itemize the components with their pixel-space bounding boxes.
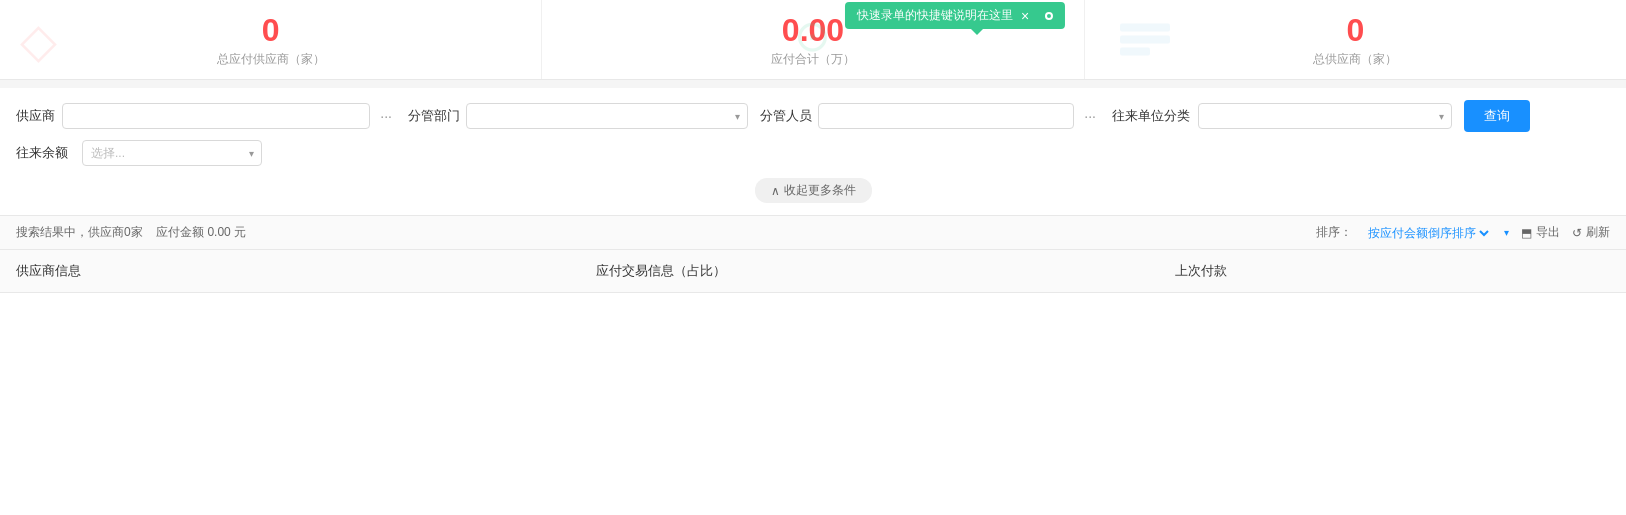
stat-label-total-suppliers: 总供应商（家） xyxy=(1313,51,1397,68)
department-select[interactable] xyxy=(466,103,748,129)
col-header-transaction-info: 应付交易信息（占比） xyxy=(596,262,1176,280)
table-body xyxy=(0,293,1626,515)
result-amount-unit: 元 xyxy=(234,225,246,239)
tooltip-bubble: 快速录单的快捷键说明在这里 × xyxy=(845,2,1065,29)
search-section: 供应商 ··· 分管部门 ▾ 分管人员 ··· 往来单位分类 xyxy=(0,88,1626,216)
supplier-label: 供应商 xyxy=(16,107,56,125)
refresh-label: 刷新 xyxy=(1586,224,1610,241)
collapse-button[interactable]: ∧ 收起更多条件 xyxy=(755,178,872,203)
col-header-supplier-info: 供应商信息 xyxy=(16,262,596,280)
balance-select[interactable]: 选择... xyxy=(82,140,262,166)
export-label: 导出 xyxy=(1536,224,1560,241)
chevron-sort-icon: ▾ xyxy=(1504,227,1509,238)
search-button[interactable]: 查询 xyxy=(1464,100,1530,132)
svg-rect-1 xyxy=(1120,35,1170,43)
stat-label-payable-suppliers: 总应付供应商（家） xyxy=(217,51,325,68)
person-label: 分管人员 xyxy=(760,107,812,125)
result-prefix: 搜索结果中，供应商 xyxy=(16,225,124,239)
stat-total-payable-suppliers: ◇ 0 总应付供应商（家） xyxy=(0,0,542,79)
supplier-field: 供应商 ··· xyxy=(16,103,396,129)
people-icon xyxy=(1115,18,1175,61)
table-section: 供应商信息 应付交易信息（占比） 上次付款 xyxy=(0,250,1626,515)
refresh-icon: ↺ xyxy=(1572,226,1582,240)
department-label: 分管部门 xyxy=(408,107,460,125)
tooltip-dot xyxy=(1045,12,1053,20)
refresh-button[interactable]: ↺ 刷新 xyxy=(1572,224,1610,241)
export-button[interactable]: ⬒ 导出 xyxy=(1521,224,1560,241)
sort-select[interactable]: 按应付会额倒序排序 xyxy=(1364,225,1492,241)
person-input[interactable] xyxy=(818,103,1074,129)
balance-field: 往来余额 选择... ▾ xyxy=(16,140,336,166)
department-field: 分管部门 ▾ xyxy=(408,103,748,129)
result-supplier-unit: 家 xyxy=(131,225,143,239)
table-header: 供应商信息 应付交易信息（占比） 上次付款 xyxy=(0,250,1626,293)
collapse-row: ∧ 收起更多条件 xyxy=(16,174,1610,207)
result-bar: 搜索结果中，供应商0家 应付金额 0.00 元 排序： 按应付会额倒序排序 ▾ … xyxy=(0,216,1626,250)
supplier-input[interactable] xyxy=(62,103,370,129)
supplier-dots-button[interactable]: ··· xyxy=(376,106,396,126)
person-dots-button[interactable]: ··· xyxy=(1080,106,1100,126)
unit-field: 往来单位分类 ▾ xyxy=(1112,103,1452,129)
stat-number-total-suppliers: 0 xyxy=(1346,11,1364,49)
department-select-wrapper: ▾ xyxy=(466,103,748,129)
tooltip-text: 快速录单的快捷键说明在这里 xyxy=(857,7,1013,24)
coin-icon: ⊙ xyxy=(794,10,831,61)
unit-select-wrapper: ▾ xyxy=(1198,103,1452,129)
result-amount-label: 应付金额 xyxy=(156,225,204,239)
search-row-1: 供应商 ··· 分管部门 ▾ 分管人员 ··· 往来单位分类 xyxy=(16,100,1610,132)
balance-select-wrapper: 选择... ▾ xyxy=(82,140,262,166)
unit-select[interactable] xyxy=(1198,103,1452,129)
unit-label: 往来单位分类 xyxy=(1112,107,1192,125)
person-field: 分管人员 ··· xyxy=(760,103,1100,129)
search-row-2: 往来余额 选择... ▾ xyxy=(16,140,336,166)
chevron-up-icon: ∧ xyxy=(771,184,780,198)
stat-payable-total: ⊙ 0.00 应付合计（万） 快速录单的快捷键说明在这里 × xyxy=(542,0,1084,79)
col-header-last-payment: 上次付款 xyxy=(1175,262,1610,280)
balance-label: 往来余额 xyxy=(16,144,76,162)
result-summary: 搜索结果中，供应商0家 应付金额 0.00 元 xyxy=(16,224,246,241)
tooltip-close-button[interactable]: × xyxy=(1021,9,1029,23)
result-actions: 排序： 按应付会额倒序排序 ▾ ⬒ 导出 ↺ 刷新 xyxy=(1316,224,1610,241)
stat-number-payable-suppliers: 0 xyxy=(262,11,280,49)
sort-label: 排序： xyxy=(1316,224,1352,241)
diamond-icon: ◇ xyxy=(20,12,57,68)
svg-rect-2 xyxy=(1120,47,1150,55)
stat-total-suppliers: 0 总供应商（家） xyxy=(1085,0,1626,79)
result-amount-value: 0.00 xyxy=(207,225,230,239)
stats-bar: ◇ 0 总应付供应商（家） ⊙ 0.00 应付合计（万） 快速录单的快捷键说明在… xyxy=(0,0,1626,80)
svg-rect-0 xyxy=(1120,23,1170,31)
collapse-label: 收起更多条件 xyxy=(784,182,856,199)
result-supplier-count: 0 xyxy=(124,225,131,239)
export-icon: ⬒ xyxy=(1521,226,1532,240)
